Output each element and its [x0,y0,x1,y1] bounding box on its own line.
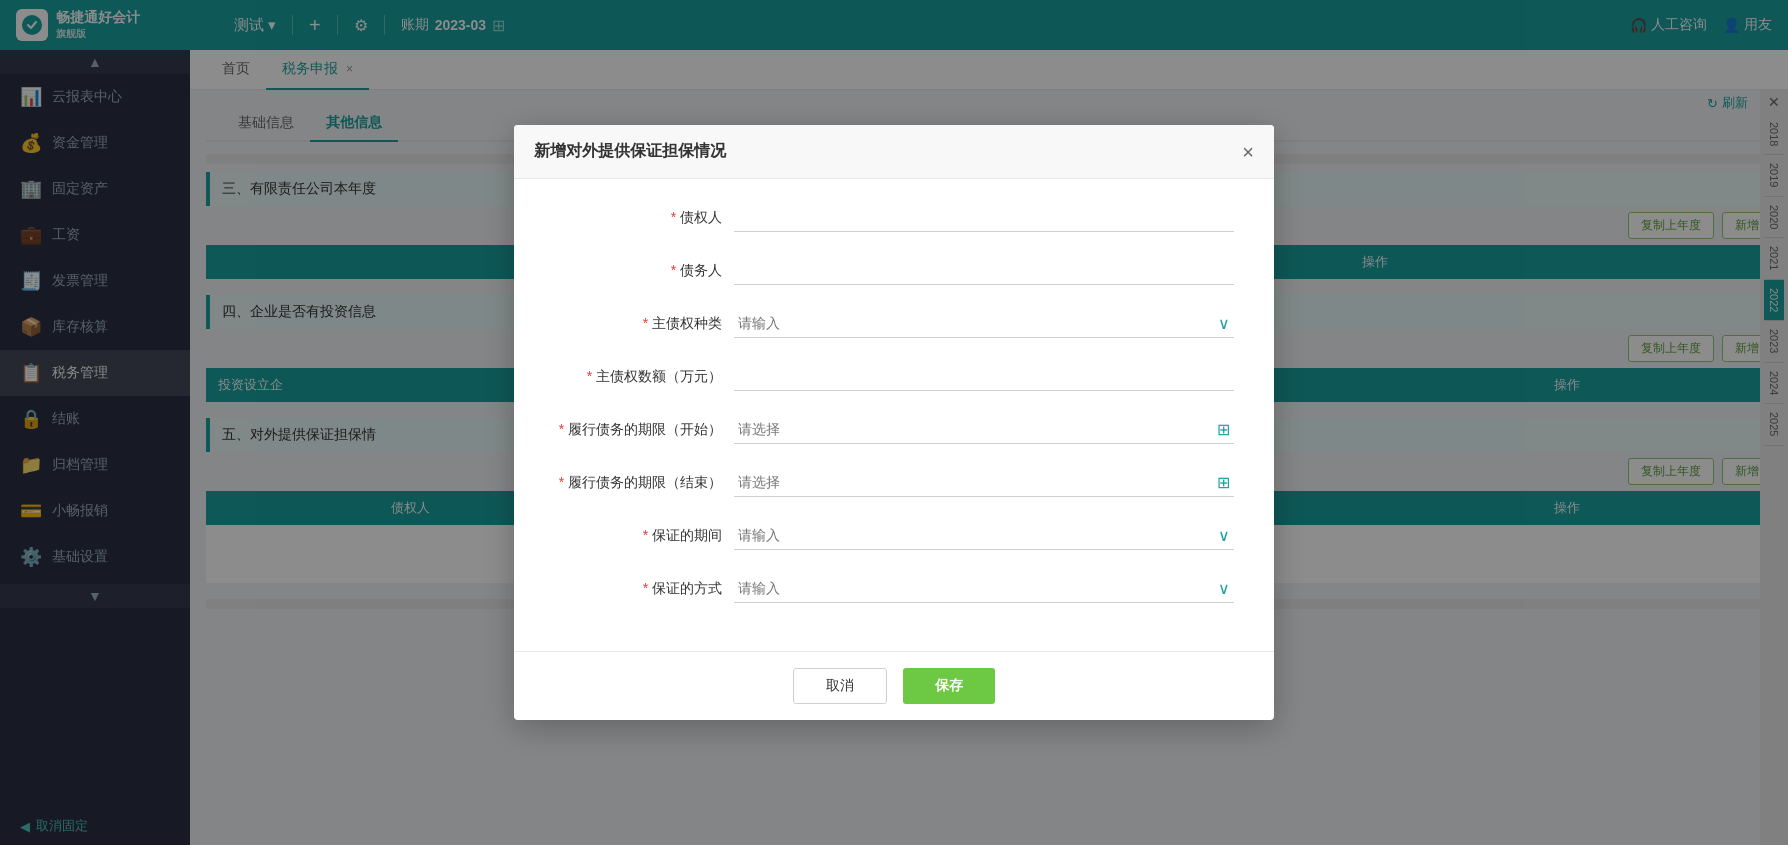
date-period-start[interactable]: ⊞ [734,415,1234,444]
modal: 新增对外提供保证担保情况 × * 债权人 * 债务人 [514,125,1274,720]
required-star-period-start: * [559,421,564,437]
modal-body: * 债权人 * 债务人 * 主债权种类 [514,179,1274,651]
date-period-end[interactable]: ⊞ [734,468,1234,497]
form-row-guarantee-period: * 保证的期间 ∨ [554,521,1234,550]
form-row-period-start: * 履行债务的期限（开始） ⊞ [554,415,1234,444]
required-star-creditor: * [671,209,676,225]
select-guarantee-period-input[interactable] [734,521,1214,549]
select-guarantee-method[interactable]: ∨ [734,574,1234,603]
calendar-end-icon[interactable]: ⊞ [1213,473,1234,492]
select-debt-type-input[interactable] [734,309,1214,337]
required-star-debt-type: * [643,315,648,331]
form-row-debt-amount: * 主债权数额（万元） [554,362,1234,391]
label-guarantee-method: * 保证的方式 [554,580,734,598]
modal-title: 新增对外提供保证担保情况 [534,141,726,162]
calendar-start-icon[interactable]: ⊞ [1213,420,1234,439]
select-guarantee-period[interactable]: ∨ [734,521,1234,550]
label-debt-amount: * 主债权数额（万元） [554,368,734,386]
chevron-guarantee-period-icon: ∨ [1214,526,1234,545]
label-period-start: * 履行债务的期限（开始） [554,421,734,439]
modal-close-btn[interactable]: × [1242,142,1254,162]
modal-overlay[interactable]: 新增对外提供保证担保情况 × * 债权人 * 债务人 [0,0,1788,845]
save-button[interactable]: 保存 [903,668,995,704]
required-star-debt-amount: * [587,368,592,384]
form-row-guarantee-method: * 保证的方式 ∨ [554,574,1234,603]
date-period-end-input[interactable] [734,468,1213,496]
select-guarantee-method-input[interactable] [734,574,1214,602]
required-star-debtor: * [671,262,676,278]
label-debt-type: * 主债权种类 [554,315,734,333]
form-row-debt-type: * 主债权种类 ∨ [554,309,1234,338]
label-period-end: * 履行债务的期限（结束） [554,474,734,492]
label-debtor: * 债务人 [554,262,734,280]
required-star-guarantee-period: * [643,527,648,543]
form-row-creditor: * 债权人 [554,203,1234,232]
cancel-button[interactable]: 取消 [793,668,887,704]
chevron-guarantee-method-icon: ∨ [1214,579,1234,598]
required-star-period-end: * [559,474,564,490]
chevron-debt-type-icon: ∨ [1214,314,1234,333]
select-debt-type[interactable]: ∨ [734,309,1234,338]
modal-header: 新增对外提供保证担保情况 × [514,125,1274,179]
input-debtor[interactable] [734,256,1234,285]
label-creditor: * 债权人 [554,209,734,227]
form-row-period-end: * 履行债务的期限（结束） ⊞ [554,468,1234,497]
label-guarantee-period: * 保证的期间 [554,527,734,545]
form-row-debtor: * 债务人 [554,256,1234,285]
modal-footer: 取消 保存 [514,651,1274,720]
required-star-guarantee-method: * [643,580,648,596]
input-debt-amount[interactable] [734,362,1234,391]
input-creditor[interactable] [734,203,1234,232]
date-period-start-input[interactable] [734,415,1213,443]
